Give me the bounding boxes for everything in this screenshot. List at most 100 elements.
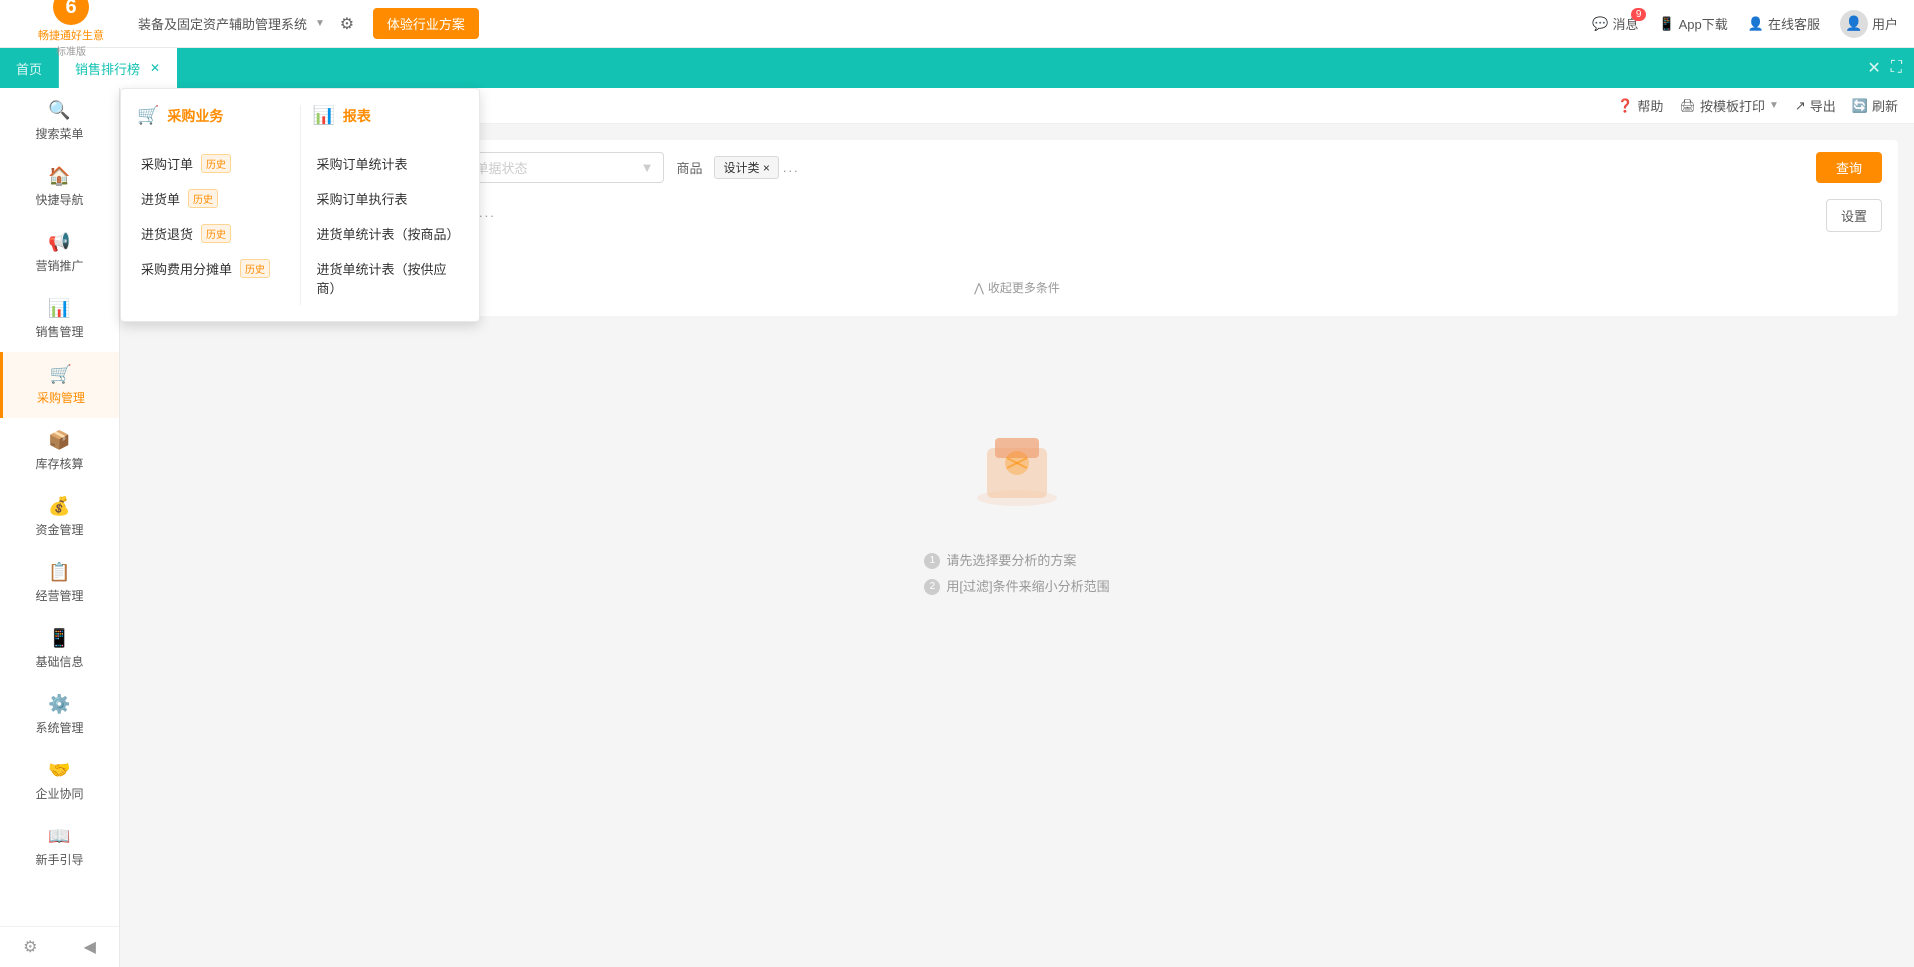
fund-icon: 💰: [48, 496, 70, 517]
app-download-label: App下载: [1679, 14, 1728, 33]
message-badge: 9: [1631, 8, 1647, 21]
service-icon: 👤: [1748, 16, 1764, 32]
sidebar-item-label: 企业协同: [35, 785, 83, 802]
help-btn[interactable]: ❓ 帮助: [1617, 96, 1663, 115]
dropdown-item-inbound-stat-goods[interactable]: 进货单统计表（按商品）: [313, 216, 464, 251]
purchase-order-stat-label: 采购订单统计表: [317, 154, 408, 173]
user-label: 用户: [1872, 14, 1898, 33]
sidebar-item-search-menu[interactable]: 🔍 搜索菜单: [0, 88, 119, 154]
online-service-btn[interactable]: 👤 在线客服: [1748, 14, 1820, 33]
sidebar-item-quick-nav[interactable]: 🏠 快捷导航: [0, 154, 119, 220]
sidebar-item-fund-mgmt[interactable]: 💰 资金管理: [0, 484, 119, 550]
export-btn[interactable]: ↗ 导出: [1795, 96, 1836, 115]
sidebar-bottom: ⚙ ◀: [0, 926, 119, 967]
goods-filter-group: 设计类 × ...: [714, 156, 799, 179]
settings-icon[interactable]: ⚙: [333, 10, 361, 38]
logo-sub: 标准版: [56, 43, 86, 58]
purchase-order-exec-label: 采购订单执行表: [317, 189, 408, 208]
reports-col-icon: 📊: [313, 105, 335, 126]
enterprise-icon: 🤝: [48, 760, 70, 781]
basic-info-icon: 📱: [48, 628, 70, 649]
purchase-order-label: 采购订单: [141, 154, 193, 173]
step1-num: 1: [924, 553, 940, 569]
step1-text: 请先选择要分析的方案: [946, 548, 1076, 574]
salesperson-more-btn[interactable]: ...: [479, 205, 496, 220]
help-label: 帮助: [1637, 96, 1663, 115]
sidebar-item-label: 采购管理: [37, 389, 85, 406]
query-btn[interactable]: 查询: [1816, 152, 1882, 183]
purchase-dropdown-menu: 🛒 采购业务 采购订单 历史 进货单 历史 进货退货 历史 采购费用分摊单 历史: [120, 88, 480, 322]
sidebar-item-enterprise[interactable]: 🤝 企业协同: [0, 748, 119, 814]
dropdown-item-inbound[interactable]: 进货单 历史: [137, 181, 288, 216]
dropdown-item-purchase-order-exec[interactable]: 采购订单执行表: [313, 181, 464, 216]
experience-btn[interactable]: 体验行业方案: [373, 8, 479, 39]
tab-close-icon[interactable]: ✕: [150, 61, 160, 75]
purchase-col-title: 采购业务: [167, 106, 223, 126]
sidebar-item-system-mgmt[interactable]: ⚙️ 系统管理: [0, 682, 119, 748]
purchase-business-header: 🛒 采购业务: [137, 105, 288, 134]
sidebar-item-inventory[interactable]: 📦 库存核算: [0, 418, 119, 484]
dropdown-item-purchase-expense[interactable]: 采购费用分摊单 历史: [137, 251, 288, 286]
sidebar-settings-btn[interactable]: ⚙: [23, 937, 37, 957]
export-label: 导出: [1810, 96, 1836, 115]
sidebar-item-operations[interactable]: 📋 经营管理: [0, 550, 119, 616]
tab-sales-rank-label: 销售排行榜: [75, 59, 140, 78]
sidebar-item-label: 搜索菜单: [35, 125, 83, 142]
system-name: 装备及固定资产辅助管理系统: [138, 14, 307, 33]
export-icon: ↗: [1795, 98, 1806, 114]
sidebar-item-sales-mgmt[interactable]: 📊 销售管理: [0, 286, 119, 352]
sidebar-item-basic-info[interactable]: 📱 基础信息: [0, 616, 119, 682]
tab-home-label: 首页: [16, 59, 42, 78]
sidebar-collapse-btn[interactable]: ◀: [84, 937, 96, 957]
dropdown-columns: 🛒 采购业务 采购订单 历史 进货单 历史 进货退货 历史 采购费用分摊单 历史: [137, 105, 463, 305]
app-icon: 📱: [1658, 16, 1674, 32]
app-download-btn[interactable]: 📱 App下载: [1658, 14, 1727, 33]
sidebar-item-label: 新手引导: [35, 851, 83, 868]
sidebar-item-starter[interactable]: 📖 新手引导: [0, 814, 119, 880]
sidebar-item-label: 快捷导航: [35, 191, 83, 208]
inbound-return-label: 进货退货: [141, 224, 193, 243]
user-btn[interactable]: 👤 用户: [1840, 10, 1898, 38]
print-label: 按模板打印: [1700, 96, 1765, 115]
step2-text: 用[过滤]条件来缩小分析范围: [946, 574, 1109, 600]
settings-btn[interactable]: 设置: [1826, 199, 1882, 232]
collapse-btn[interactable]: ⋀ 收起更多条件: [974, 279, 1060, 296]
collapse-label: 收起更多条件: [988, 279, 1060, 296]
reports-col: 📊 报表 采购订单统计表 采购订单执行表 进货单统计表（按商品） 进货单统计表（…: [313, 105, 464, 305]
goods-tag-value: 设计类 ×: [723, 159, 769, 176]
goods-label: 商品: [676, 158, 702, 177]
purchase-expense-label: 采购费用分摊单: [141, 259, 232, 278]
search-menu-icon: 🔍: [48, 100, 70, 121]
dropdown-item-purchase-order[interactable]: 采购订单 历史: [137, 146, 288, 181]
refresh-label: 刷新: [1872, 96, 1898, 115]
refresh-btn[interactable]: 🔄 刷新: [1852, 96, 1898, 115]
sidebar-item-label: 经营管理: [35, 587, 83, 604]
goods-more-btn[interactable]: ...: [783, 160, 800, 175]
purchase-icon: 🛒: [50, 364, 72, 385]
sidebar-item-label: 营销推广: [35, 257, 83, 274]
tabbar: 首页 销售排行榜 ✕ ✕ ⛶: [0, 48, 1914, 88]
system-selector[interactable]: 装备及固定资产辅助管理系统 ▼: [138, 14, 325, 33]
logo-icon: 6: [53, 0, 89, 25]
sidebar-item-purchase-mgmt[interactable]: 🛒 采购管理: [0, 352, 119, 418]
dropdown-item-inbound-return[interactable]: 进货退货 历史: [137, 216, 288, 251]
purchase-expense-history-badge: 历史: [240, 259, 270, 278]
dropdown-item-purchase-order-stat[interactable]: 采购订单统计表: [313, 146, 464, 181]
print-template-btn[interactable]: 🖨 按模板打印 ▼: [1679, 96, 1778, 115]
inbound-label: 进货单: [141, 189, 180, 208]
operations-icon: 📋: [48, 562, 70, 583]
sidebar-item-label: 库存核算: [35, 455, 83, 472]
doc-status-select[interactable]: 单据状态 ▼: [464, 152, 664, 183]
message-btn[interactable]: 💬 消息 9: [1592, 14, 1638, 33]
dropdown-item-inbound-stat-supplier[interactable]: 进货单统计表（按供应商）: [313, 251, 464, 305]
online-service-label: 在线客服: [1768, 14, 1820, 33]
system-icon: ⚙️: [48, 694, 70, 715]
tab-expand-icon[interactable]: ⛶: [1891, 59, 1902, 77]
sidebar-item-marketing[interactable]: 📢 营销推广: [0, 220, 119, 286]
tab-close-all-icon[interactable]: ✕: [1867, 58, 1880, 78]
doc-status-arrow: ▼: [641, 160, 654, 175]
inventory-icon: 📦: [48, 430, 70, 451]
sidebar: 🔍 搜索菜单 🏠 快捷导航 📢 营销推广 📊 销售管理 🛒 采购管理 📦 库存核…: [0, 88, 120, 967]
inbound-return-history-badge: 历史: [201, 224, 231, 243]
avatar: 👤: [1840, 10, 1868, 38]
